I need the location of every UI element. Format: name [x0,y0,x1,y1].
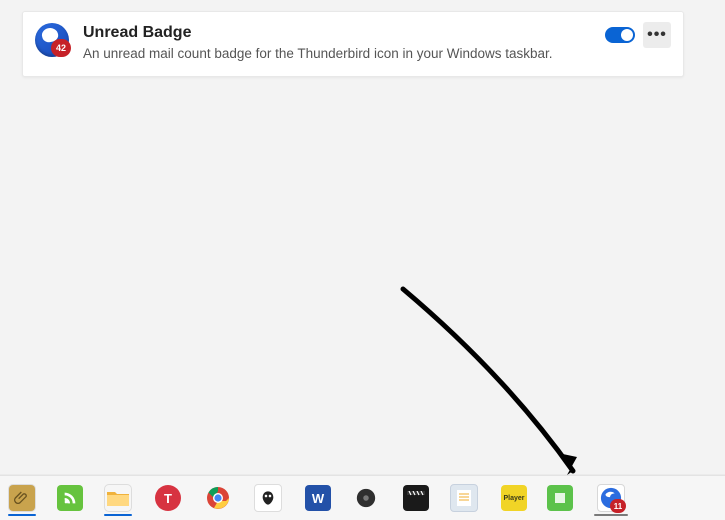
paperclip-icon [14,490,30,506]
more-options-button[interactable]: ••• [643,22,671,48]
taskbar-item-disc-app[interactable] [348,480,384,516]
disc-icon [355,487,377,509]
word-icon: W [312,491,324,506]
taskbar-badge-count: 11 [614,502,622,511]
icon-badge-count: 42 [56,44,66,53]
addon-card: 42 Unread Badge An unread mail count bad… [22,11,684,77]
taskbar-item-file-explorer[interactable] [100,480,136,516]
taskbar-item-chrome-browser[interactable] [200,480,236,516]
taskbar-item-word-app[interactable]: W [300,480,336,516]
taskbar-item-player-app[interactable]: Player [496,480,532,516]
taskbar-item-media-app[interactable] [398,480,434,516]
sheet-icon [457,490,471,506]
taskbar-item-thunderbird[interactable]: 11 [590,480,632,516]
taskbar-item-green-app[interactable] [542,480,578,516]
taskbar-item-attachment-app[interactable] [4,480,40,516]
addon-title: Unread Badge [83,24,191,42]
taskbar-item-rss-reader[interactable] [52,480,88,516]
chrome-icon [206,486,230,510]
taskbar-item-t-app[interactable]: T [150,480,186,516]
taskbar-item-notes-app[interactable] [446,480,482,516]
letter-t-icon: T [164,491,172,506]
player-icon: Player [503,495,524,502]
taskbar-item-alien-app[interactable] [250,480,286,516]
clapperboard-icon [407,491,425,505]
folder-icon [106,488,130,508]
enable-toggle[interactable] [605,27,635,43]
box-icon [553,491,567,505]
unread-badge-icon: 42 [35,23,69,57]
pointer-arrow [395,285,605,495]
addon-description: An unread mail count badge for the Thund… [83,46,553,61]
rss-icon [62,490,78,506]
alien-icon [260,490,276,506]
windows-taskbar: T W [0,475,725,520]
